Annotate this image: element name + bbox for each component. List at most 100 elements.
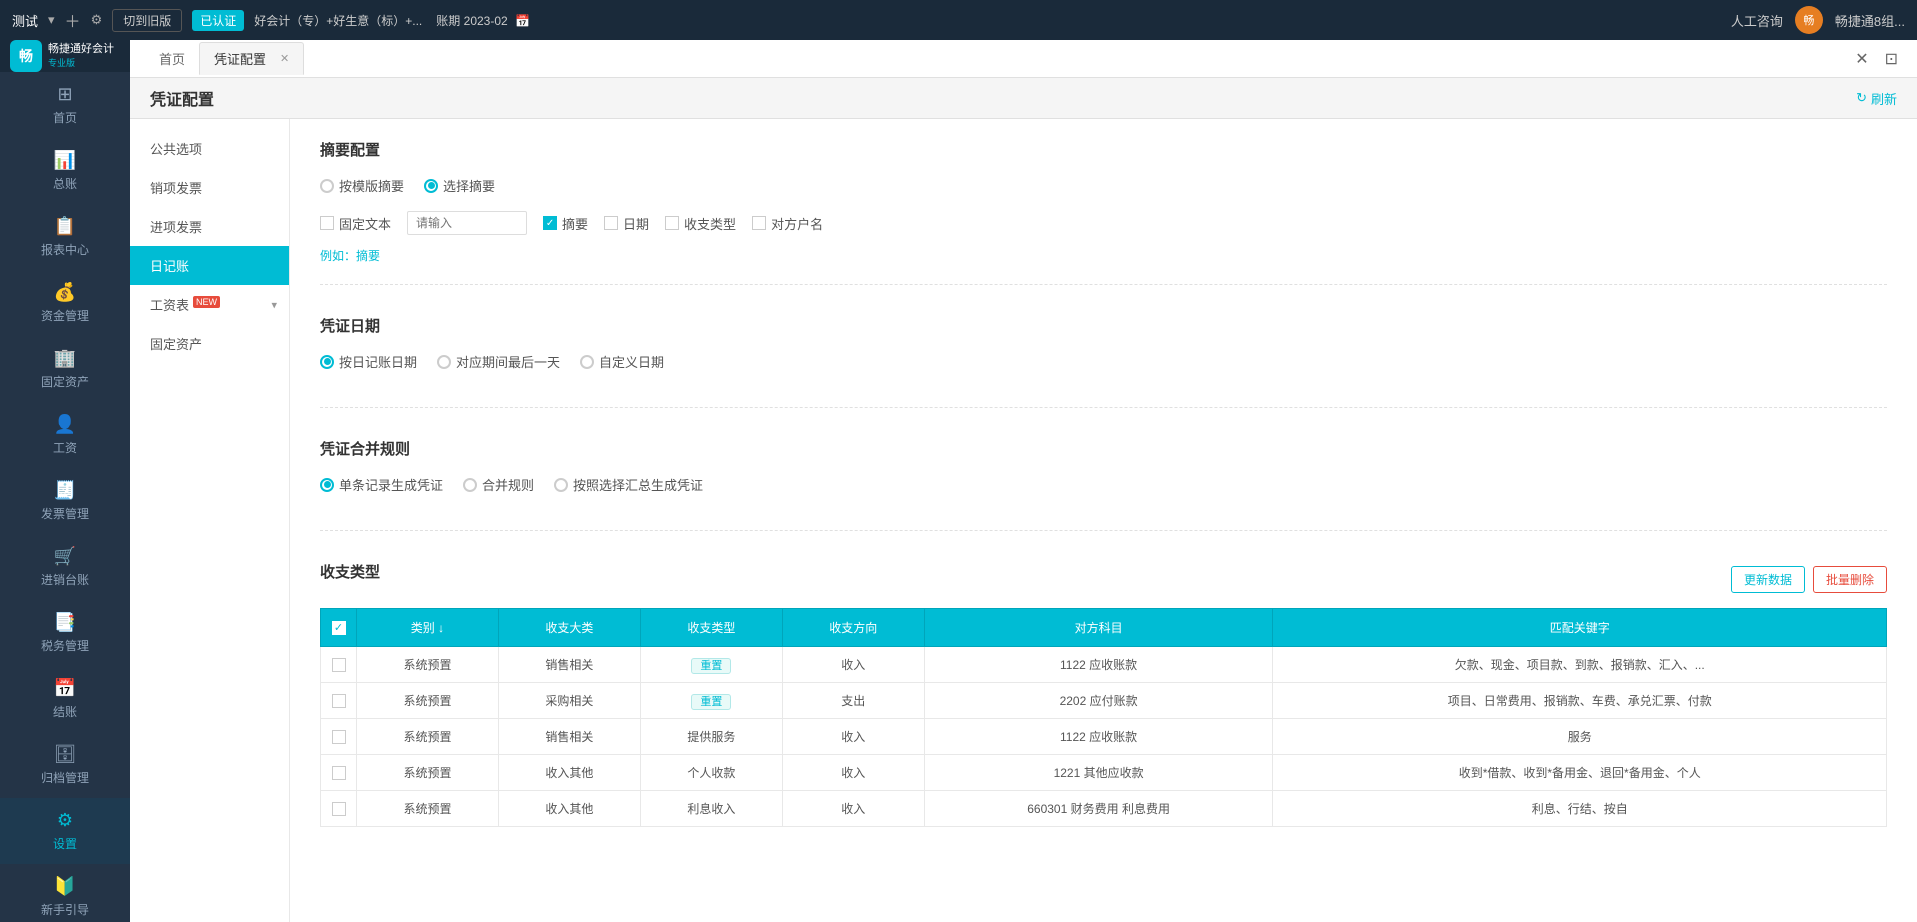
radio-single-record[interactable]: 单条记录生成凭证 xyxy=(320,475,443,494)
td-keywords: 收到*借款、收到*备用金、退回*备用金、个人 xyxy=(1273,755,1887,791)
radio-circle xyxy=(437,355,451,369)
td-account: 660301 财务费用 利息费用 xyxy=(924,791,1273,827)
td-type: 利息收入 xyxy=(640,791,782,827)
radio-journal-date[interactable]: 按日记账日期 xyxy=(320,352,417,371)
consult-label[interactable]: 人工咨询 xyxy=(1731,11,1783,30)
sidebar-item-label: 资金管理 xyxy=(41,307,89,324)
td-category: 系统预置 xyxy=(357,791,499,827)
radio-summary-voucher[interactable]: 按照选择汇总生成凭证 xyxy=(554,475,703,494)
sidebar: 畅 畅捷通好会计专业版 ⊞首页 📊总账 📋报表中心 💰资金管理 🏢固定资产 👤工… xyxy=(0,40,130,922)
add-icon[interactable]: ＋ xyxy=(65,8,81,32)
update-data-button[interactable]: 更新数据 xyxy=(1731,566,1805,593)
reset-tag[interactable]: 重置 xyxy=(691,658,731,674)
radio-circle-checked xyxy=(424,179,438,193)
td-checkbox[interactable] xyxy=(321,647,357,683)
radio-template-summary[interactable]: 按模版摘要 xyxy=(320,176,404,195)
switch-version-button[interactable]: 切到旧版 xyxy=(112,9,182,32)
refresh-icon: ↻ xyxy=(1856,90,1867,106)
td-type: 个人收款 xyxy=(640,755,782,791)
ledger-icon: 📊 xyxy=(54,150,76,171)
chevron-icon: ▾ xyxy=(271,298,277,311)
sidebar-logo: 畅 畅捷通好会计专业版 xyxy=(0,40,130,72)
window-close-button[interactable]: ✕ xyxy=(1851,45,1872,73)
voucher-date-title: 凭证日期 xyxy=(320,315,1887,336)
radio-period-last[interactable]: 对应期间最后一天 xyxy=(437,352,560,371)
table-row: 系统预置 销售相关 重置 收入 1122 应收账款 欠款、现金、项目款、到款、报… xyxy=(321,647,1887,683)
td-type: 重置 xyxy=(640,683,782,719)
radio-custom-date[interactable]: 自定义日期 xyxy=(580,352,664,371)
checkbox-income-type[interactable]: 收支类型 xyxy=(665,214,736,233)
radio-circle xyxy=(580,355,594,369)
left-nav-item-fixed-assets[interactable]: 固定资产 xyxy=(130,324,289,363)
sidebar-item-archive[interactable]: 🗄归档管理 xyxy=(0,732,130,798)
tab-close-icon[interactable]: ✕ xyxy=(280,52,289,65)
radio-merge-rule[interactable]: 合并规则 xyxy=(463,475,534,494)
th-direction: 收支方向 xyxy=(782,609,924,647)
sidebar-item-label: 结账 xyxy=(53,703,77,720)
refresh-button[interactable]: ↻ 刷新 xyxy=(1856,89,1897,108)
close-period-icon: 📅 xyxy=(54,678,76,699)
left-nav-item-public[interactable]: 公共选项 xyxy=(130,129,289,168)
th-checkbox[interactable]: ✓ xyxy=(321,609,357,647)
top-bar-period: 账期 2023-02 📅 xyxy=(436,12,530,29)
td-direction: 收入 xyxy=(782,647,924,683)
sidebar-item-home[interactable]: ⊞首页 xyxy=(0,72,130,138)
table-header-row: 更新数据 批量删除 xyxy=(1731,566,1887,593)
top-bar: 测试 ▾ ＋ ⚙ 切到旧版 已认证 好会计（专）+好生意（标）+... 账期 2… xyxy=(0,0,1917,40)
sidebar-item-payroll[interactable]: 👤工资 xyxy=(0,402,130,468)
fixed-text-input[interactable] xyxy=(407,211,527,235)
main-layout: 畅 畅捷通好会计专业版 ⊞首页 📊总账 📋报表中心 💰资金管理 🏢固定资产 👤工… xyxy=(0,40,1917,922)
sidebar-item-invoice[interactable]: 🧾发票管理 xyxy=(0,468,130,534)
radio-circle xyxy=(463,478,477,492)
gear-icon[interactable]: ⚙ xyxy=(91,12,103,28)
checkbox-date[interactable]: 日期 xyxy=(604,214,649,233)
sidebar-item-reports[interactable]: 📋报表中心 xyxy=(0,204,130,270)
td-type: 提供服务 xyxy=(640,719,782,755)
td-direction: 支出 xyxy=(782,683,924,719)
table-row: 系统预置 销售相关 提供服务 收入 1122 应收账款 服务 xyxy=(321,719,1887,755)
reset-tag[interactable]: 重置 xyxy=(691,694,731,710)
tab-voucher-config[interactable]: 凭证配置 ✕ xyxy=(199,42,304,75)
left-nav-item-purchase-invoice[interactable]: 进项发票 xyxy=(130,207,289,246)
table-row: 系统预置 收入其他 个人收款 收入 1221 其他应收款 收到*借款、收到*备用… xyxy=(321,755,1887,791)
th-keywords: 匹配关键字 xyxy=(1273,609,1887,647)
sidebar-item-ledger[interactable]: 📊总账 xyxy=(0,138,130,204)
top-bar-title: 测试 xyxy=(12,11,38,30)
left-nav-item-sales-invoice[interactable]: 销项发票 xyxy=(130,168,289,207)
td-checkbox[interactable] xyxy=(321,683,357,719)
home-icon: ⊞ xyxy=(57,84,72,105)
left-nav-item-payroll[interactable]: 工资表NEW ▾ xyxy=(130,285,289,324)
calendar-icon[interactable]: 📅 xyxy=(515,14,530,28)
assets-icon: 🏢 xyxy=(54,348,76,369)
sidebar-item-assets[interactable]: 🏢固定资产 xyxy=(0,336,130,402)
avatar: 畅 xyxy=(1795,6,1823,34)
sidebar-item-label: 发票管理 xyxy=(41,505,89,522)
checkbox-counterparty[interactable]: 对方户名 xyxy=(752,214,823,233)
radio-select-summary[interactable]: 选择摘要 xyxy=(424,176,495,195)
table-row: 系统预置 采购相关 重置 支出 2202 应付账款 项目、日常费用、报销款、车费… xyxy=(321,683,1887,719)
sidebar-item-label: 工资 xyxy=(53,439,77,456)
checkbox-summary[interactable]: ✓ 摘要 xyxy=(543,214,588,233)
sidebar-item-settings[interactable]: ⚙设置 xyxy=(0,798,130,864)
td-checkbox[interactable] xyxy=(321,719,357,755)
chevron-down-icon[interactable]: ▾ xyxy=(48,12,55,28)
sidebar-item-close[interactable]: 📅 结账 xyxy=(0,666,130,732)
tab-home[interactable]: 首页 xyxy=(145,41,199,76)
sidebar-item-trade[interactable]: 🛒进销台账 xyxy=(0,534,130,600)
td-keywords: 利息、行结、按自 xyxy=(1273,791,1887,827)
sidebar-item-tax[interactable]: 📑税务管理 xyxy=(0,600,130,666)
left-nav-item-journal[interactable]: 日记账 xyxy=(130,246,289,285)
sidebar-item-label: 进销台账 xyxy=(41,571,89,588)
checkbox-fixed-text[interactable]: 固定文本 xyxy=(320,214,391,233)
td-big-type: 收入其他 xyxy=(498,791,640,827)
batch-delete-button[interactable]: 批量删除 xyxy=(1813,566,1887,593)
tax-icon: 📑 xyxy=(54,612,76,633)
td-account: 2202 应付账款 xyxy=(924,683,1273,719)
window-expand-button[interactable]: ⊡ xyxy=(1881,45,1902,73)
td-checkbox[interactable] xyxy=(321,791,357,827)
section-voucher-date: 凭证日期 按日记账日期 对应期间最后一天 自定义日期 xyxy=(320,315,1887,408)
td-checkbox[interactable] xyxy=(321,755,357,791)
sidebar-item-funds[interactable]: 💰资金管理 xyxy=(0,270,130,336)
sidebar-item-guide[interactable]: 🔰新手引导 xyxy=(0,864,130,922)
new-badge: NEW xyxy=(193,296,220,308)
